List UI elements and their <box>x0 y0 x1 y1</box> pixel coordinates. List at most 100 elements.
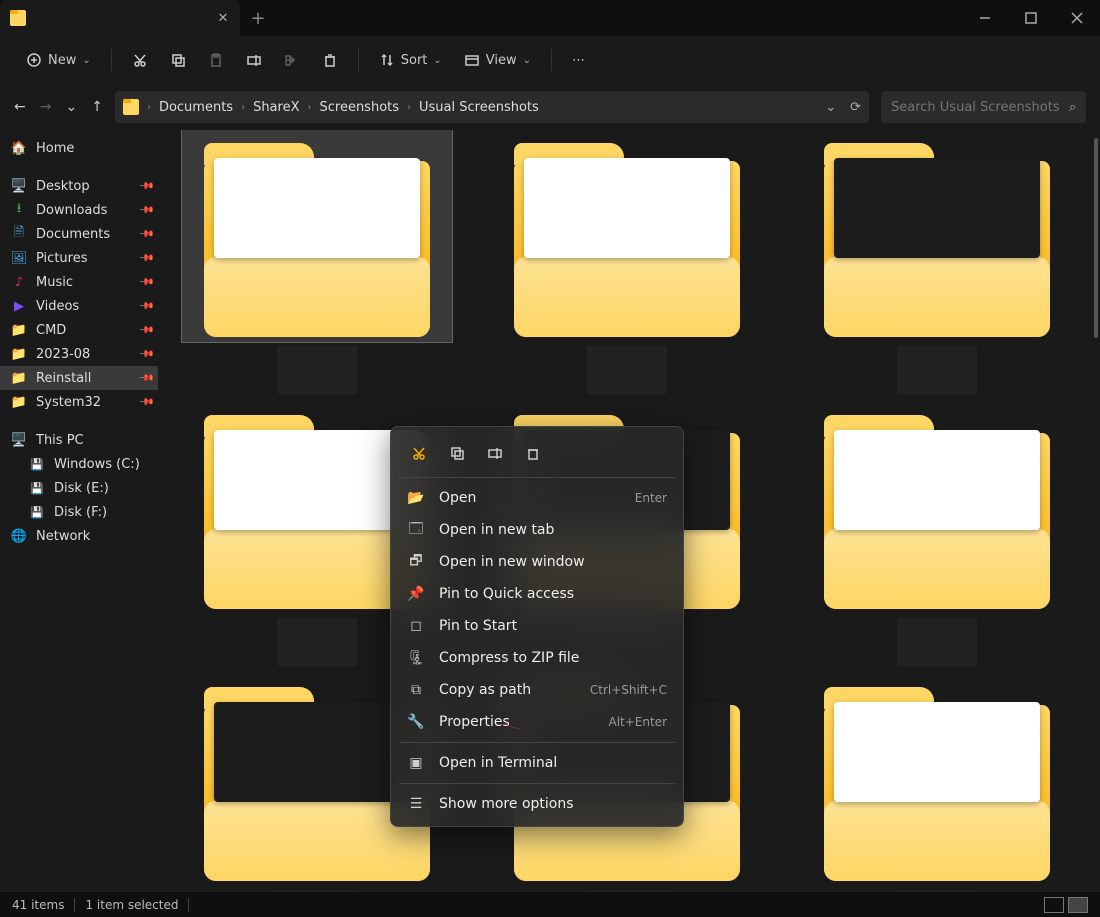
copy-button[interactable] <box>162 43 194 77</box>
nav-icon: 📁 <box>10 347 28 362</box>
sidebar-network[interactable]: 🌐 Network <box>0 524 158 548</box>
search-input[interactable] <box>891 100 1061 115</box>
nav-icon: 📁 <box>10 371 28 386</box>
sidebar-item-videos[interactable]: ▶Videos📌 <box>0 294 158 318</box>
crumb[interactable]: Documents <box>159 100 233 115</box>
sidebar-drive[interactable]: 💾Windows (C:) <box>0 452 158 476</box>
details-view-button[interactable] <box>1044 897 1064 913</box>
ctx-open-in-new-window[interactable]: 🗗Open in new window <box>397 546 677 578</box>
scrollbar[interactable] <box>1094 138 1098 338</box>
minimize-button[interactable] <box>962 0 1008 36</box>
sidebar-item-reinstall[interactable]: 📁Reinstall📌 <box>0 366 158 390</box>
address-bar[interactable]: › Documents › ShareX › Screenshots › Usu… <box>115 91 869 123</box>
ctx-open-in-new-tab[interactable]: 🗔Open in new tab <box>397 514 677 546</box>
crumb[interactable]: ShareX <box>253 100 299 115</box>
close-button[interactable] <box>1054 0 1100 36</box>
network-icon: 🌐 <box>10 529 28 544</box>
tab-icon: 🗔 <box>407 518 425 542</box>
sidebar-home[interactable]: 🏠 Home <box>0 136 158 160</box>
up-button[interactable]: ↑ <box>91 99 103 115</box>
ctx-show-more[interactable]: ☰ Show more options <box>397 788 677 820</box>
ctx-delete-button[interactable] <box>521 441 545 465</box>
ctx-compress-to-zip-file[interactable]: 🗜Compress to ZIP file <box>397 642 677 674</box>
maximize-button[interactable] <box>1008 0 1054 36</box>
ctx-properties[interactable]: 🔧PropertiesAlt+Enter <box>397 706 677 738</box>
ctx-copy-button[interactable] <box>445 441 469 465</box>
crumb[interactable]: Screenshots <box>319 100 399 115</box>
tab-close-icon[interactable]: ✕ <box>216 11 230 25</box>
toolbar: New ⌄ Sort ⌄ View ⌄ ⋯ <box>0 36 1100 84</box>
crumb[interactable]: Usual Screenshots <box>419 100 539 115</box>
plus-circle-icon <box>26 52 42 68</box>
drop-button[interactable]: ⌄ <box>825 100 836 115</box>
recent-button[interactable]: ⌄ <box>65 99 77 115</box>
sidebar-thispc[interactable]: 🖥️ This PC <box>0 428 158 452</box>
pin-icon: 📌 <box>137 346 154 363</box>
paste-icon <box>208 52 224 68</box>
share-button[interactable] <box>276 43 308 77</box>
view-button[interactable]: View ⌄ <box>456 43 539 77</box>
drive-icon: 💾 <box>28 506 46 519</box>
rename-button[interactable] <box>238 43 270 77</box>
nav-icon: 🖼 <box>10 251 28 266</box>
thumbnail-view-button[interactable] <box>1068 897 1088 913</box>
context-menu: 📂OpenEnter🗔Open in new tab🗗Open in new w… <box>390 426 684 827</box>
nav-icon: ⭳ <box>10 199 28 221</box>
folder-item[interactable] <box>482 130 772 394</box>
navrow: ← → ⌄ ↑ › Documents › ShareX › Screensho… <box>0 84 1100 130</box>
tab[interactable]: ✕ <box>0 0 240 36</box>
nav-icon: 📁 <box>10 323 28 338</box>
ctx-copy-as-path[interactable]: ⧉Copy as pathCtrl+Shift+C <box>397 674 677 706</box>
sidebar-drive[interactable]: 💾Disk (E:) <box>0 476 158 500</box>
ctx-cut-button[interactable] <box>407 441 431 465</box>
sidebar-item-pictures[interactable]: 🖼Pictures📌 <box>0 246 158 270</box>
folder-item[interactable] <box>792 674 1082 891</box>
pin-icon: 📌 <box>137 394 154 411</box>
new-tab-button[interactable]: + <box>240 0 276 36</box>
open-icon: 📂 <box>407 490 425 506</box>
new-button[interactable]: New ⌄ <box>18 43 99 77</box>
folder-icon <box>123 99 139 115</box>
home-icon: 🏠 <box>10 141 28 156</box>
trash-icon <box>525 445 541 461</box>
folder-item[interactable] <box>792 130 1082 394</box>
sidebar-item-cmd[interactable]: 📁CMD📌 <box>0 318 158 342</box>
ctx-pin-to-quick-access[interactable]: 📌Pin to Quick access <box>397 578 677 610</box>
status-bar: 41 items 1 item selected <box>0 891 1100 917</box>
sidebar-item-downloads[interactable]: ⭳Downloads📌 <box>0 198 158 222</box>
sidebar-item-music[interactable]: ♪Music📌 <box>0 270 158 294</box>
ctx-rename-button[interactable] <box>483 441 507 465</box>
forward-button[interactable]: → <box>40 99 52 115</box>
nav-icon: ♪ <box>10 275 28 290</box>
pin-icon: 📌 <box>407 586 425 602</box>
sidebar-item-system32[interactable]: 📁System32📌 <box>0 390 158 414</box>
sidebar-item-2023-08[interactable]: 📁2023-08📌 <box>0 342 158 366</box>
path-icon: ⧉ <box>407 682 425 698</box>
cut-button[interactable] <box>124 43 156 77</box>
ctx-open-terminal[interactable]: ▣ Open in Terminal <box>397 747 677 779</box>
more-button[interactable]: ⋯ <box>564 43 593 77</box>
sidebar-drive[interactable]: 💾Disk (F:) <box>0 500 158 524</box>
chevron-down-icon: ⌄ <box>433 55 441 66</box>
folder-item[interactable] <box>172 130 462 394</box>
ctx-pin-to-start[interactable]: ◻Pin to Start <box>397 610 677 642</box>
delete-button[interactable] <box>314 43 346 77</box>
item-count: 41 items <box>12 898 64 912</box>
search-box[interactable]: ⌕ <box>881 91 1086 123</box>
rename-icon <box>246 52 262 68</box>
ctx-open[interactable]: 📂OpenEnter <box>397 482 677 514</box>
cut-icon <box>411 445 427 461</box>
sidebar-item-desktop[interactable]: 🖥️Desktop📌 <box>0 174 158 198</box>
share-icon <box>284 52 300 68</box>
back-button[interactable]: ← <box>14 99 26 115</box>
zip-icon: 🗜 <box>407 650 425 666</box>
sort-button[interactable]: Sort ⌄ <box>371 43 450 77</box>
window-icon: 🗗 <box>407 550 425 574</box>
pin-icon: 📌 <box>137 226 154 243</box>
folder-item[interactable] <box>792 402 1082 666</box>
refresh-button[interactable]: ⟳ <box>850 100 861 115</box>
selection-count: 1 item selected <box>85 898 178 912</box>
paste-button[interactable] <box>200 43 232 77</box>
sidebar-item-documents[interactable]: 🗎Documents📌 <box>0 222 158 246</box>
drive-icon: 💾 <box>28 458 46 471</box>
